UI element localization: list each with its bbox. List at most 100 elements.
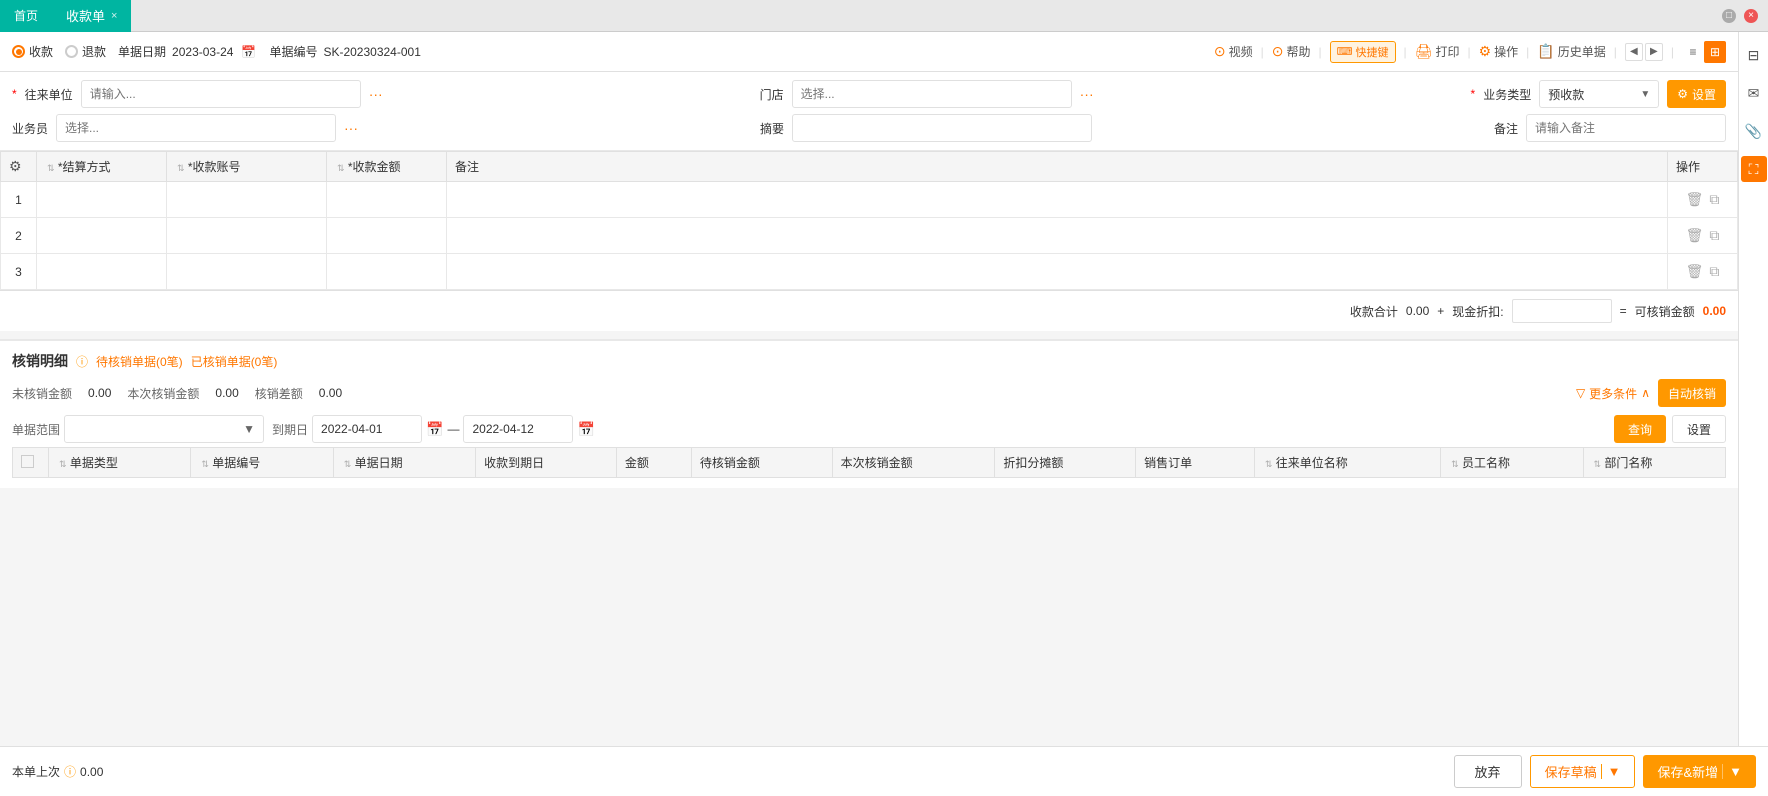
row-1-settlement[interactable] [37, 182, 167, 218]
discount-label: 现金折扣: [1452, 303, 1503, 320]
row-3-settlement[interactable] [37, 254, 167, 290]
delete-icon-1[interactable]: 🗑 [1686, 191, 1704, 208]
sidebar-table-icon[interactable]: ⊟ [1741, 42, 1767, 68]
table-settings-icon[interactable]: ⚙ [9, 158, 22, 174]
pending-tab[interactable]: 待核销单据(0笔) [96, 353, 183, 370]
maximize-button[interactable]: □ [1722, 9, 1736, 23]
copy-icon-2[interactable]: ⧉ [1709, 227, 1719, 244]
row-3-action-icons: 🗑 ⧉ [1676, 263, 1729, 280]
row-3-amount[interactable] [327, 254, 447, 290]
sort-icon-2[interactable]: ⇅ [177, 163, 185, 173]
layout-list[interactable]: ≡ [1682, 41, 1704, 63]
staff-input[interactable] [56, 114, 336, 142]
range-select[interactable]: ▼ [64, 415, 264, 443]
verif-settings-button[interactable]: 设置 [1672, 415, 1726, 443]
th-action: 操作 [1668, 152, 1738, 182]
radio-group: 收款 退款 [12, 43, 106, 60]
nav-prev[interactable]: ◀ [1625, 43, 1643, 61]
row-2-settlement[interactable] [37, 218, 167, 254]
help-action[interactable]: ⊙ 帮助 [1272, 43, 1311, 60]
delete-icon-3[interactable]: 🗑 [1686, 263, 1704, 280]
sort-dept-icon[interactable]: ⇅ [1594, 459, 1602, 469]
summary-input[interactable] [792, 114, 1092, 142]
sidebar-email-icon[interactable]: ✉ [1741, 80, 1767, 106]
date-from-input[interactable] [312, 415, 422, 443]
partner-input[interactable] [81, 80, 361, 108]
vth-partner-name: ⇅ 往来单位名称 [1254, 448, 1440, 478]
th-settings[interactable]: ⚙ [1, 152, 37, 182]
row-1-remark[interactable] [447, 182, 1668, 218]
vth-date-label: 单据日期 [355, 456, 403, 470]
business-type-select[interactable]: 预收款 ▼ [1539, 80, 1659, 108]
auto-verify-button[interactable]: 自动核销 [1658, 379, 1726, 407]
settings-button[interactable]: ⚙ 设置 [1667, 80, 1726, 108]
date-value[interactable]: 2023-03-24 [172, 45, 233, 59]
sort-partner-icon[interactable]: ⇅ [1265, 459, 1273, 469]
video-action[interactable]: ⊙ 视频 [1214, 43, 1253, 60]
store-input[interactable] [792, 80, 1072, 108]
sidebar-attachment-icon[interactable]: 📎 [1741, 118, 1767, 144]
row-3-account[interactable] [167, 254, 327, 290]
vth-discount-label: 折扣分摊额 [1003, 456, 1063, 470]
copy-icon-1[interactable]: ⧉ [1709, 191, 1719, 208]
radio-receive[interactable]: 收款 [12, 43, 53, 60]
vth-amount: 金额 [616, 448, 691, 478]
row-2-remark[interactable] [447, 218, 1668, 254]
quickkey-button[interactable]: ⌨ 快捷键 [1330, 41, 1396, 63]
sidebar-screenshot-icon[interactable]: ⛶ [1741, 156, 1767, 182]
row-1-actions: 🗑 ⧉ [1668, 182, 1738, 218]
gear-icon: ⚙ [1677, 87, 1688, 101]
calendar-from-icon[interactable]: 📅 [426, 421, 443, 438]
row-3-remark[interactable] [447, 254, 1668, 290]
vth-due-date-label: 收款到期日 [484, 456, 544, 470]
calendar-to-icon[interactable]: 📅 [577, 421, 594, 438]
query-button[interactable]: 查询 [1614, 415, 1666, 443]
radio-refund[interactable]: 退款 [65, 43, 106, 60]
save-draft-button[interactable]: 保存草稿 ▼ [1530, 755, 1636, 788]
delete-icon-2[interactable]: 🗑 [1686, 227, 1704, 244]
sort-number-icon[interactable]: ⇅ [201, 459, 209, 469]
row-2-account[interactable] [167, 218, 327, 254]
partner-label: 往来单位 [25, 86, 73, 103]
copy-icon-3[interactable]: ⧉ [1709, 263, 1719, 280]
history-action[interactable]: 📋 历史单据 [1537, 43, 1605, 60]
sort-icon[interactable]: ⇅ [47, 163, 55, 173]
tab-receipt[interactable]: 收款单 × [52, 0, 131, 32]
tab-home[interactable]: 首页 [0, 0, 52, 32]
layout-buttons: ≡ ⊞ [1682, 41, 1726, 63]
staff-more-button[interactable]: ··· [344, 120, 358, 136]
close-icon[interactable]: × [111, 10, 117, 22]
sort-date-icon[interactable]: ⇅ [344, 459, 352, 469]
verif-table: ⇅ 单据类型 ⇅ 单据编号 ⇅ 单据日期 收款到期日 [12, 447, 1726, 478]
sort-staff-icon[interactable]: ⇅ [1451, 459, 1459, 469]
nav-next[interactable]: ▶ [1645, 43, 1663, 61]
remark-input[interactable] [1526, 114, 1726, 142]
save-new-button[interactable]: 保存&新增 ▼ [1643, 755, 1756, 788]
store-more-button[interactable]: ··· [1080, 86, 1094, 102]
date-to-input[interactable] [463, 415, 573, 443]
radio-receive-dot [12, 45, 25, 58]
select-all-checkbox[interactable] [21, 455, 34, 468]
close-button[interactable]: × [1744, 9, 1758, 23]
discard-button[interactable]: 放弃 [1454, 755, 1522, 788]
row-2-amount[interactable] [327, 218, 447, 254]
vth-check[interactable] [13, 448, 49, 478]
number-value[interactable]: SK-20230324-001 [323, 45, 420, 59]
discount-input[interactable] [1512, 299, 1612, 323]
calendar-icon[interactable]: 📅 [239, 43, 257, 61]
print-action[interactable]: 🖨 打印 [1415, 43, 1460, 60]
save-arrow-icon[interactable]: ▼ [1722, 764, 1742, 779]
row-1-account[interactable] [167, 182, 327, 218]
partner-more-button[interactable]: ··· [369, 86, 383, 102]
layout-grid[interactable]: ⊞ [1704, 41, 1726, 63]
operation-action[interactable]: ⚙ 操作 [1479, 43, 1519, 60]
nav-arrows: ◀ ▶ [1625, 43, 1663, 61]
draft-arrow-icon[interactable]: ▼ [1601, 764, 1621, 779]
sort-type-icon[interactable]: ⇅ [59, 459, 67, 469]
done-tab[interactable]: 已核销单据(0笔) [191, 353, 278, 370]
more-conditions-button[interactable]: ▽ 更多条件 ∧ [1576, 385, 1650, 402]
info-icon[interactable]: ⓘ [76, 353, 88, 370]
row-1-amount[interactable] [327, 182, 447, 218]
sort-icon-3[interactable]: ⇅ [337, 163, 345, 173]
bottom-info-icon[interactable]: ⓘ [64, 763, 76, 780]
